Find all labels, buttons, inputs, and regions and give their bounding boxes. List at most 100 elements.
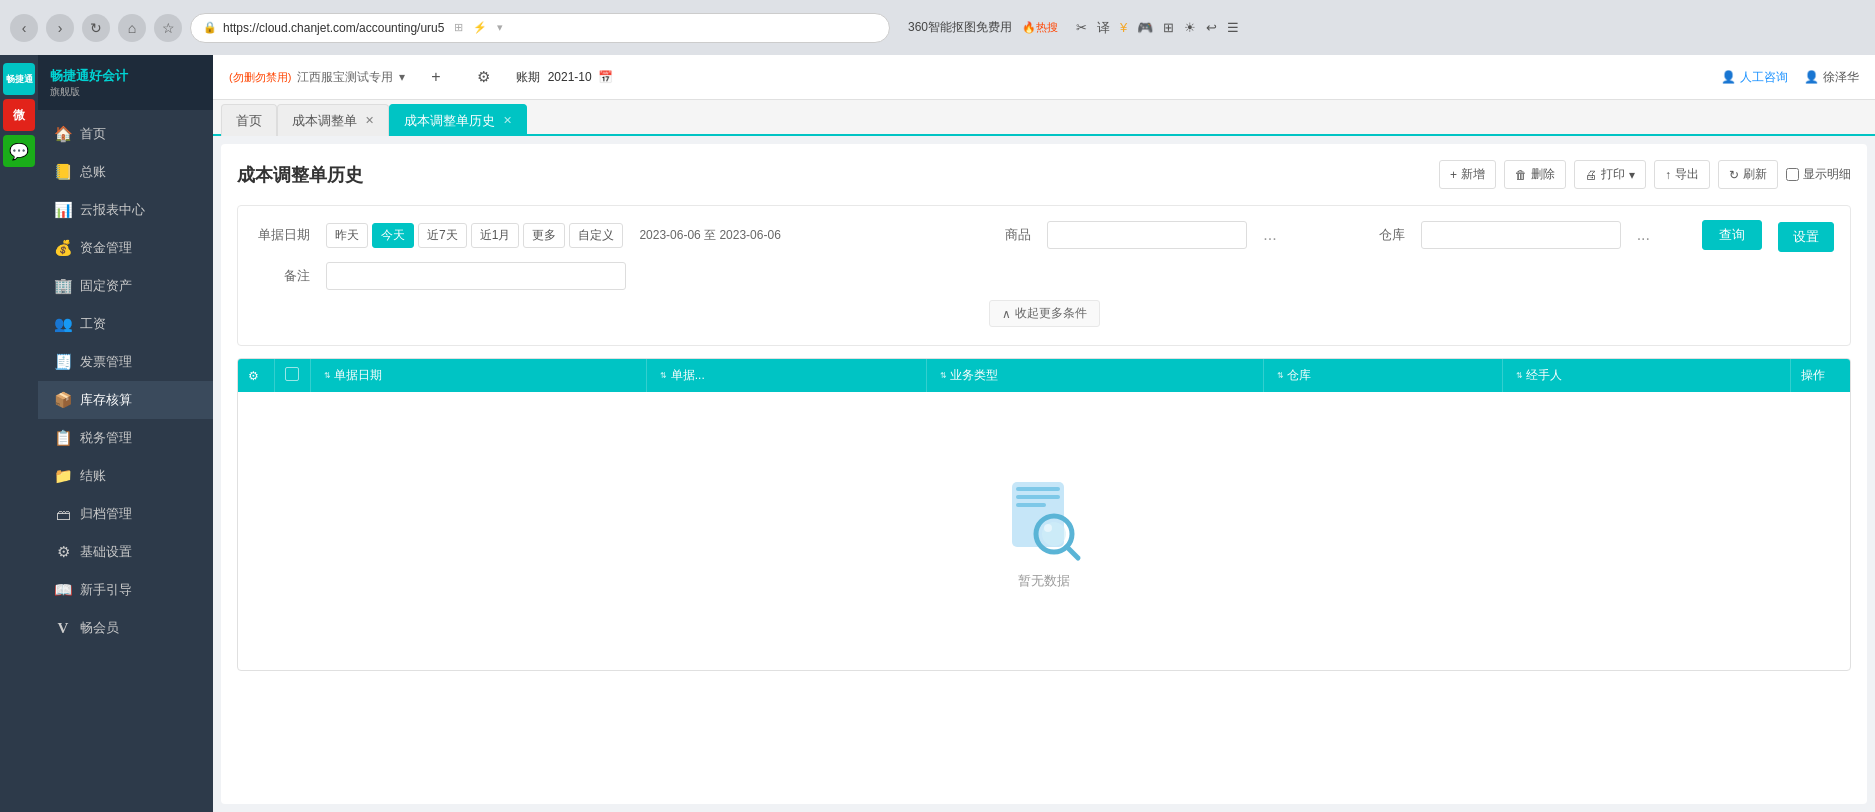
collapse-button[interactable]: ∧ 收起更多条件: [989, 300, 1100, 327]
refresh-button-page[interactable]: ↻ 刷新: [1718, 160, 1778, 189]
col-actions: 操作: [1801, 368, 1825, 382]
product-input[interactable]: [1047, 221, 1247, 249]
data-table: ⚙ ⇅ 单据日期 ⇅ 单据...: [238, 359, 1850, 670]
th-warehouse[interactable]: ⇅ 仓库: [1263, 359, 1502, 392]
refresh-icon: ↻: [1729, 168, 1739, 182]
add-account-button[interactable]: +: [421, 63, 450, 91]
print-label: 打印: [1601, 166, 1625, 183]
delete-button[interactable]: 🗑 删除: [1504, 160, 1566, 189]
th-biz-type[interactable]: ⇅ 业务类型: [927, 359, 1264, 392]
period-value: 2021-10: [548, 70, 592, 84]
tab-cost-adjust-history[interactable]: 成本调整单历史 ✕: [389, 104, 527, 136]
date-btn-more[interactable]: 更多: [523, 223, 565, 248]
payroll-icon: 👥: [54, 315, 72, 333]
back-button[interactable]: ‹: [10, 14, 38, 42]
sidebar-item-payroll[interactable]: 👥 工资: [38, 305, 213, 343]
product-ellipsis[interactable]: ...: [1263, 226, 1276, 244]
service-person-icon: 👤: [1721, 70, 1736, 84]
user-avatar[interactable]: 👤 徐泽华: [1804, 69, 1859, 86]
address-bar[interactable]: 🔒 https://cloud.chanjet.com/accounting/u…: [190, 13, 890, 43]
date-btn-today[interactable]: 今天: [372, 223, 414, 248]
calendar-icon[interactable]: 📅: [598, 70, 613, 84]
sidebar-item-inventory[interactable]: 📦 库存核算: [38, 381, 213, 419]
delete-icon: 🗑: [1515, 168, 1527, 182]
sidebar-item-reports[interactable]: 📊 云报表中心: [38, 191, 213, 229]
sidebar-label-home: 首页: [80, 125, 106, 143]
sidebar-label-reports: 云报表中心: [80, 201, 145, 219]
sidebar-item-settings[interactable]: ⚙ 基础设置: [38, 533, 213, 571]
sidebar-label-archive: 归档管理: [80, 505, 132, 523]
vip-icon: V: [54, 620, 72, 637]
forward-button[interactable]: ›: [46, 14, 74, 42]
home-button[interactable]: ⌂: [118, 14, 146, 42]
display-toggle-checkbox[interactable]: [1786, 168, 1799, 181]
user-service[interactable]: 👤 人工咨询: [1721, 69, 1788, 86]
home-icon: 🏠: [54, 125, 72, 143]
account-settings-button[interactable]: ⚙: [467, 63, 500, 91]
sidebar-item-finance[interactable]: 💰 资金管理: [38, 229, 213, 267]
col-biz-type: 业务类型: [950, 368, 998, 382]
export-icon: ↑: [1665, 168, 1671, 182]
sidebar-label-guide: 新手引导: [80, 581, 132, 599]
date-btn-7days[interactable]: 近7天: [418, 223, 467, 248]
svg-point-7: [1044, 524, 1052, 532]
empty-state: 暂无数据: [238, 392, 1850, 670]
tab-cost-adjust[interactable]: 成本调整单 ✕: [277, 104, 389, 136]
chanjet-logo: 畅捷通: [3, 63, 35, 95]
sidebar-item-archive[interactable]: 🗃 归档管理: [38, 495, 213, 533]
sidebar-item-guide[interactable]: 📖 新手引导: [38, 571, 213, 609]
empty-state-row: 暂无数据: [238, 392, 1850, 670]
tab-home[interactable]: 首页: [221, 104, 277, 136]
settings-filter-button[interactable]: 设置: [1778, 222, 1834, 252]
warehouse-ellipsis[interactable]: ...: [1637, 226, 1650, 244]
hot-search-label: 🔥热搜: [1022, 20, 1058, 35]
app-icon-green[interactable]: 💬: [3, 135, 35, 167]
search-label: 360智能抠图免费用: [908, 19, 1012, 36]
print-button[interactable]: 🖨 打印 ▾: [1574, 160, 1646, 189]
sidebar-item-vip[interactable]: V 畅会员: [38, 609, 213, 647]
sort-icon-handler: ⇅: [1516, 371, 1523, 380]
cut-icon: ✂: [1076, 20, 1087, 35]
bookmark-button[interactable]: ☆: [154, 14, 182, 42]
finance-icon: 💰: [54, 239, 72, 257]
remark-input[interactable]: [326, 262, 626, 290]
th-checkbox[interactable]: [274, 359, 310, 392]
th-settings[interactable]: ⚙: [238, 359, 274, 392]
select-all-checkbox[interactable]: [285, 367, 299, 381]
app-icon-weibo[interactable]: 微: [3, 99, 35, 131]
refresh-button[interactable]: ↻: [82, 14, 110, 42]
date-btn-custom[interactable]: 自定义: [569, 223, 623, 248]
date-btn-1month[interactable]: 近1月: [471, 223, 520, 248]
browser-chrome: ‹ › ↻ ⌂ ☆ 🔒 https://cloud.chanjet.com/ac…: [0, 0, 1875, 55]
username: 徐泽华: [1823, 69, 1859, 86]
tab-cost-adjust-label: 成本调整单: [292, 112, 357, 130]
tab-cost-adjust-history-close[interactable]: ✕: [503, 114, 512, 127]
grid-icon: ⊞: [1163, 20, 1174, 35]
account-selector[interactable]: (勿删勿禁用) 江西服宝测试专用 ▾: [229, 69, 405, 86]
date-btn-yesterday[interactable]: 昨天: [326, 223, 368, 248]
col-doc-no: 单据...: [671, 368, 705, 382]
sort-icon-biz-type: ⇅: [940, 371, 947, 380]
period-label: 账期: [516, 69, 540, 86]
sidebar-item-home[interactable]: 🏠 首页: [38, 115, 213, 153]
th-handler[interactable]: ⇅ 经手人: [1502, 359, 1790, 392]
filter-row-1: 单据日期 昨天 今天 近7天 近1月 更多 自定义 2023-06-06 至 2…: [254, 218, 1834, 252]
th-doc-no[interactable]: ⇅ 单据...: [647, 359, 927, 392]
th-actions: 操作: [1790, 359, 1850, 392]
sidebar-item-ledger[interactable]: 📒 总账: [38, 153, 213, 191]
sidebar-item-tax[interactable]: 📋 税务管理: [38, 419, 213, 457]
query-button[interactable]: 查询: [1702, 220, 1762, 250]
warehouse-label: 仓库: [1349, 226, 1405, 244]
undo-icon: ↩: [1206, 20, 1217, 35]
display-toggle-label: 显示明细: [1803, 166, 1851, 183]
sidebar-item-closing[interactable]: 📁 结账: [38, 457, 213, 495]
settings-icon: ⚙: [54, 543, 72, 561]
sidebar-item-fixed-assets[interactable]: 🏢 固定资产: [38, 267, 213, 305]
sidebar-item-invoice[interactable]: 🧾 发票管理: [38, 343, 213, 381]
top-bar: (勿删勿禁用) 江西服宝测试专用 ▾ + ⚙ 账期 2021-10 📅 👤 人工…: [213, 55, 1875, 100]
warehouse-input[interactable]: [1421, 221, 1621, 249]
tab-cost-adjust-close[interactable]: ✕: [365, 114, 374, 127]
th-doc-date[interactable]: ⇅ 单据日期: [310, 359, 647, 392]
new-button[interactable]: + 新增: [1439, 160, 1496, 189]
export-button[interactable]: ↑ 导出: [1654, 160, 1710, 189]
